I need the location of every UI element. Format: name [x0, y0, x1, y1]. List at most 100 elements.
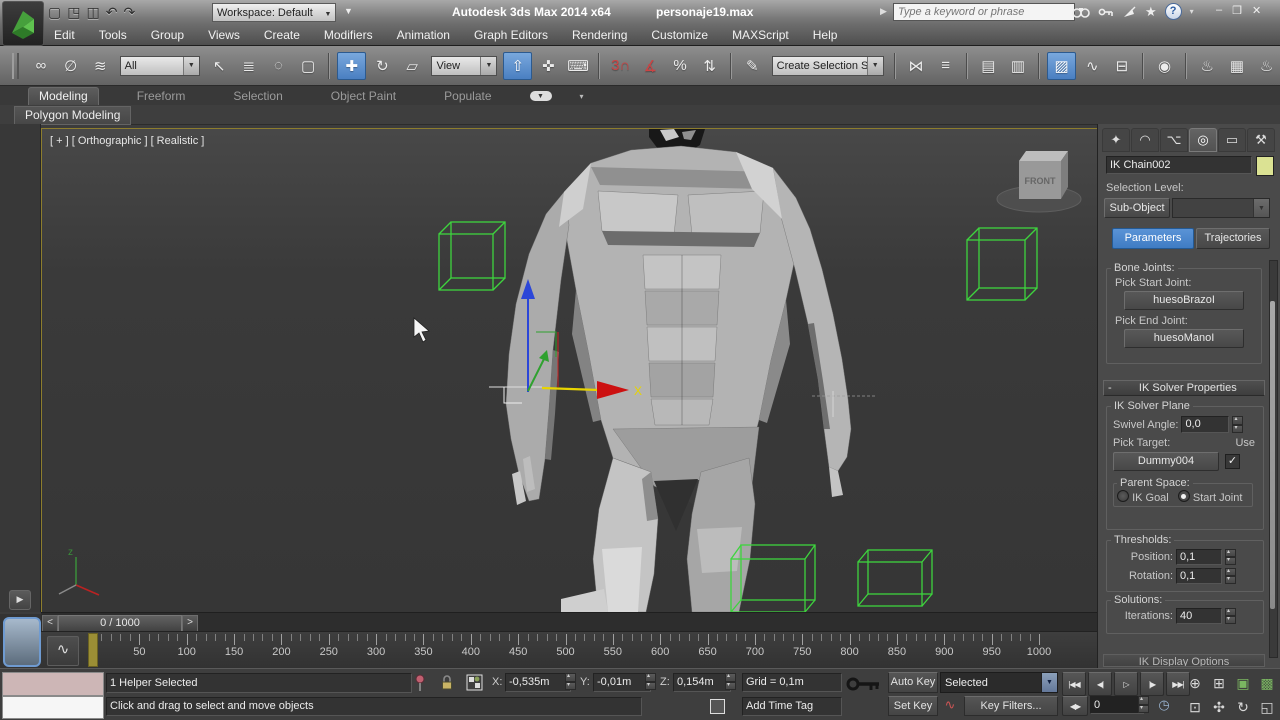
maximize-viewport-icon[interactable]: ◱ [1256, 696, 1278, 718]
tab-display[interactable]: ▭ [1218, 128, 1246, 152]
maxscript-mini-listener-pink[interactable] [2, 672, 104, 696]
new-scene-button[interactable]: ▢ [48, 4, 61, 21]
selection-lock-icon[interactable] [440, 674, 454, 691]
curve-editor-icon[interactable]: ∿ [1079, 53, 1106, 79]
key-filter-scope-select[interactable]: Selected [940, 672, 1058, 693]
redo-button[interactable]: ↷ [123, 4, 135, 21]
select-and-link-icon[interactable]: ∞ [28, 53, 55, 79]
percent-snap-icon[interactable]: % [667, 53, 694, 79]
zoom-region-icon[interactable]: ⊡ [1184, 696, 1206, 718]
time-slider-handle[interactable]: 0 / 1000 [58, 615, 182, 632]
tab-hierarchy[interactable]: ⌥ [1160, 128, 1188, 152]
search-input[interactable] [893, 3, 1075, 21]
search-expand-icon[interactable]: ▶ [880, 6, 887, 17]
absolute-mode-icon[interactable] [466, 674, 483, 691]
layer-manager-icon[interactable]: ▤ [975, 53, 1002, 79]
auto-key-button[interactable]: Auto Key [888, 672, 938, 693]
select-and-move-icon[interactable]: ✚ [337, 51, 367, 80]
iterations-field[interactable]: 40 [1176, 608, 1222, 624]
pick-end-joint-button[interactable]: huesoManoI [1124, 329, 1244, 348]
use-target-checkbox[interactable]: ✓ [1225, 454, 1240, 469]
previous-frame-slider-button[interactable]: < [42, 615, 58, 632]
restore-button[interactable]: ❒ [1232, 4, 1242, 17]
pan-icon[interactable]: ✣ [1208, 696, 1230, 718]
ribbon-tab-object-paint[interactable]: Object Paint [321, 88, 406, 105]
next-frame-slider-button[interactable]: > [182, 615, 198, 632]
menu-animation[interactable]: Animation [397, 28, 450, 42]
communication-center-icon[interactable] [1122, 5, 1137, 19]
pick-start-joint-button[interactable]: huesoBrazoI [1124, 291, 1244, 310]
render-production-icon[interactable]: ♨ [1253, 53, 1280, 79]
rotation-threshold-field[interactable]: 0,1 [1176, 568, 1222, 584]
sub-object-level-select[interactable] [1172, 198, 1270, 218]
selection-region-rect-icon[interactable]: ▢ [295, 53, 322, 79]
y-coordinate-field[interactable]: -0,01m [593, 673, 651, 692]
search-communities-icon[interactable] [1072, 5, 1090, 19]
bind-to-space-warp-icon[interactable]: ≋ [87, 53, 114, 79]
material-editor-icon[interactable]: ◉ [1151, 53, 1178, 79]
align-icon[interactable]: ≡ [932, 53, 959, 79]
play-button[interactable]: ▷ [1114, 672, 1138, 696]
menu-views[interactable]: Views [208, 28, 240, 42]
ik-solver-properties-rollout[interactable]: - IK Solver Properties [1103, 380, 1265, 396]
viewport[interactable]: [ + ] [ Orthographic ] [ Realistic ] X z… [41, 128, 1099, 613]
zoom-extents-icon[interactable]: ▣ [1232, 672, 1254, 694]
position-threshold-field[interactable]: 0,1 [1176, 549, 1222, 565]
viewport-label[interactable]: [ + ] [ Orthographic ] [ Realistic ] [50, 135, 204, 147]
view-cube[interactable]: FRONT [996, 151, 1082, 213]
maxscript-mini-listener-white[interactable] [2, 696, 104, 719]
parameters-tab[interactable]: Parameters [1112, 228, 1194, 249]
pick-target-button[interactable]: Dummy004 [1113, 452, 1219, 471]
current-frame-field[interactable]: 0 [1090, 696, 1144, 714]
swivel-angle-field[interactable]: 0,0 [1181, 416, 1230, 433]
help-flyout-icon[interactable]: ▾ [1190, 7, 1194, 16]
menu-group[interactable]: Group [151, 28, 184, 42]
rendered-frame-icon[interactable]: ▦ [1224, 53, 1251, 79]
app-logo-button[interactable] [2, 1, 44, 46]
select-and-manipulate-icon[interactable]: ✜ [535, 53, 562, 79]
ribbon-tab-populate[interactable]: Populate [434, 88, 501, 105]
menu-tools[interactable]: Tools [99, 28, 127, 42]
dependency-icon[interactable] [710, 699, 725, 714]
menu-customize[interactable]: Customize [651, 28, 708, 42]
current-frame-marker[interactable] [88, 633, 98, 667]
favorites-star-icon[interactable]: ★ [1145, 4, 1157, 20]
set-keys-button[interactable] [845, 673, 883, 695]
ribbon-tab-modeling[interactable]: Modeling [28, 87, 99, 105]
menu-graph-editors[interactable]: Graph Editors [474, 28, 548, 42]
time-configuration-icon[interactable]: ◷ [1154, 696, 1174, 714]
go-to-start-button[interactable]: |◀◀ [1062, 672, 1086, 696]
reference-coordinate-select[interactable]: View [431, 55, 498, 76]
undo-button[interactable]: ↶ [106, 4, 118, 21]
panel-scrollbar[interactable] [1269, 260, 1278, 658]
previous-frame-button[interactable]: ◀| [1088, 672, 1112, 696]
close-button[interactable]: ✕ [1252, 4, 1261, 17]
viewport-layout-tab[interactable] [0, 614, 44, 668]
toggle-ribbon-icon[interactable]: ▥ [1005, 53, 1032, 79]
default-tangent-icon[interactable]: ∿ [940, 696, 960, 714]
selection-region-circle-icon[interactable]: ◌ [265, 53, 292, 79]
ribbon-tab-freeform[interactable]: Freeform [127, 88, 196, 105]
ribbon-minimize-button[interactable]: ▼ [529, 91, 552, 101]
orbit-icon[interactable]: ↻ [1232, 696, 1254, 718]
ribbon-minimize-flyout-icon[interactable]: ▾ [580, 92, 584, 101]
workspace-select[interactable]: Workspace: Default [212, 3, 336, 22]
zoom-all-icon[interactable]: ⊞ [1208, 672, 1230, 694]
schematic-view-icon[interactable]: ⊟ [1109, 53, 1136, 79]
named-selection-sets-icon[interactable]: ✎ [739, 53, 766, 79]
unlink-selection-icon[interactable]: ∅ [57, 53, 84, 79]
spinner-snap-icon[interactable]: ⇅ [696, 53, 723, 79]
menu-create[interactable]: Create [264, 28, 300, 42]
toolbar-flyout-icon[interactable]: ▼ [344, 6, 353, 16]
tab-modify[interactable]: ◠ [1131, 128, 1159, 152]
z-spinner[interactable] [725, 672, 736, 690]
start-joint-radio[interactable] [1177, 490, 1190, 502]
angle-snap-icon[interactable]: ∡ [637, 53, 664, 79]
key-mode-toggle[interactable]: ◀▶ [1062, 696, 1088, 716]
select-object-icon[interactable]: ↖ [206, 53, 233, 79]
tab-utilities[interactable]: ⚒ [1247, 128, 1275, 152]
render-setup-icon[interactable]: ♨ [1194, 53, 1221, 79]
ribbon-tab-selection[interactable]: Selection [223, 88, 292, 105]
select-by-name-icon[interactable]: ≣ [236, 53, 263, 79]
set-key-button[interactable]: Set Key [888, 696, 938, 716]
